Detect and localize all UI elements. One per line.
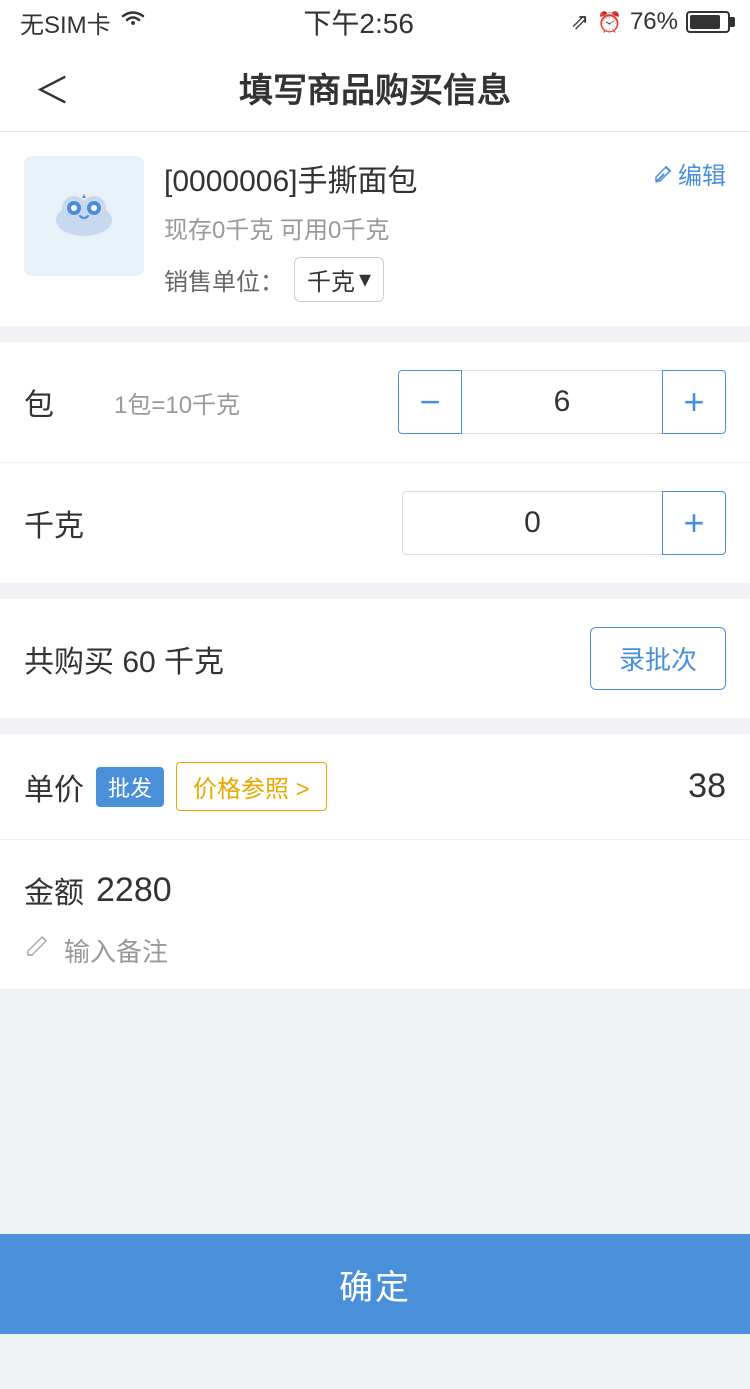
status-time: 下午2:56 xyxy=(303,2,414,42)
unit-select[interactable]: 千克 ▾ xyxy=(294,257,384,302)
amount-section: 金额 2280 输入备注 xyxy=(0,840,750,989)
wifi-icon xyxy=(119,8,147,36)
product-unit-row: 销售单位： 千克 ▾ xyxy=(164,257,726,302)
amount-label: 金额 xyxy=(24,868,84,912)
price-section: 单价 批发 价格参照 > 38 xyxy=(0,734,750,840)
confirm-label: 确定 xyxy=(339,1260,411,1309)
unit-value: 千克 xyxy=(307,262,355,297)
bao-label: 包 xyxy=(24,380,104,424)
kg-controls: + xyxy=(402,491,726,555)
dropdown-icon: ▾ xyxy=(359,265,371,294)
price-ref-button[interactable]: 价格参照 > xyxy=(176,762,327,811)
price-value: 38 xyxy=(688,767,726,806)
kg-plus-button[interactable]: + xyxy=(662,491,726,555)
bao-qty-section: 包 1包=10千克 − + xyxy=(0,342,750,463)
status-left: 无SIM卡 xyxy=(20,5,147,40)
battery-icon xyxy=(686,11,730,33)
bao-sublabel: 1包=10千克 xyxy=(114,385,398,420)
price-label: 单价 xyxy=(24,765,84,809)
edit-button[interactable]: 编辑 xyxy=(652,156,726,191)
note-row[interactable]: 输入备注 xyxy=(24,932,726,969)
battery-percent: 76% xyxy=(630,8,678,36)
total-row: 共购买 60 千克 录批次 xyxy=(0,599,750,718)
bao-minus-button[interactable]: − xyxy=(398,370,462,434)
location-icon: ⇗ xyxy=(571,9,589,35)
note-label: 输入备注 xyxy=(64,932,168,969)
confirm-button[interactable]: 确定 xyxy=(0,1234,750,1334)
kg-input[interactable] xyxy=(402,491,662,555)
page-title: 填写商品购买信息 xyxy=(239,63,511,112)
amount-value: 2280 xyxy=(96,871,172,910)
bao-plus-button[interactable]: + xyxy=(662,370,726,434)
nav-bar: ＜ 填写商品购买信息 xyxy=(0,44,750,132)
price-row: 单价 批发 价格参照 > 38 xyxy=(0,734,750,840)
kg-qty-row: 千克 + xyxy=(0,463,750,583)
amount-row: 金额 2280 xyxy=(24,868,726,912)
total-text: 共购买 60 千克 xyxy=(24,637,224,681)
kg-label: 千克 xyxy=(24,501,104,545)
record-batch-button[interactable]: 录批次 xyxy=(590,627,726,690)
bao-input[interactable] xyxy=(462,370,662,434)
product-logo-icon xyxy=(49,180,119,252)
pencil-icon xyxy=(24,933,52,968)
back-button[interactable]: ＜ xyxy=(24,52,80,124)
unit-label: 销售单位： xyxy=(164,262,284,297)
status-bar: 无SIM卡 下午2:56 ⇗ ⏰ 76% xyxy=(0,0,750,44)
product-image xyxy=(24,156,144,276)
bao-qty-row: 包 1包=10千克 − + xyxy=(0,342,750,463)
product-section: [0000006]手撕面包 现存0千克 可用0千克 销售单位： 千克 ▾ 编辑 xyxy=(0,132,750,326)
product-stock: 现存0千克 可用0千克 xyxy=(164,210,726,245)
product-details: [0000006]手撕面包 现存0千克 可用0千克 销售单位： 千克 ▾ xyxy=(164,156,726,302)
carrier-label: 无SIM卡 xyxy=(20,5,111,40)
status-right: ⇗ ⏰ 76% xyxy=(571,8,730,36)
edit-label: 编辑 xyxy=(678,156,726,191)
bao-controls: − + xyxy=(398,370,726,434)
product-name: [0000006]手撕面包 xyxy=(164,156,726,200)
price-badge: 批发 xyxy=(96,767,164,807)
alarm-icon: ⏰ xyxy=(597,10,622,35)
kg-qty-section: 千克 + xyxy=(0,463,750,583)
price-ref-label: 价格参照 > xyxy=(193,769,310,804)
